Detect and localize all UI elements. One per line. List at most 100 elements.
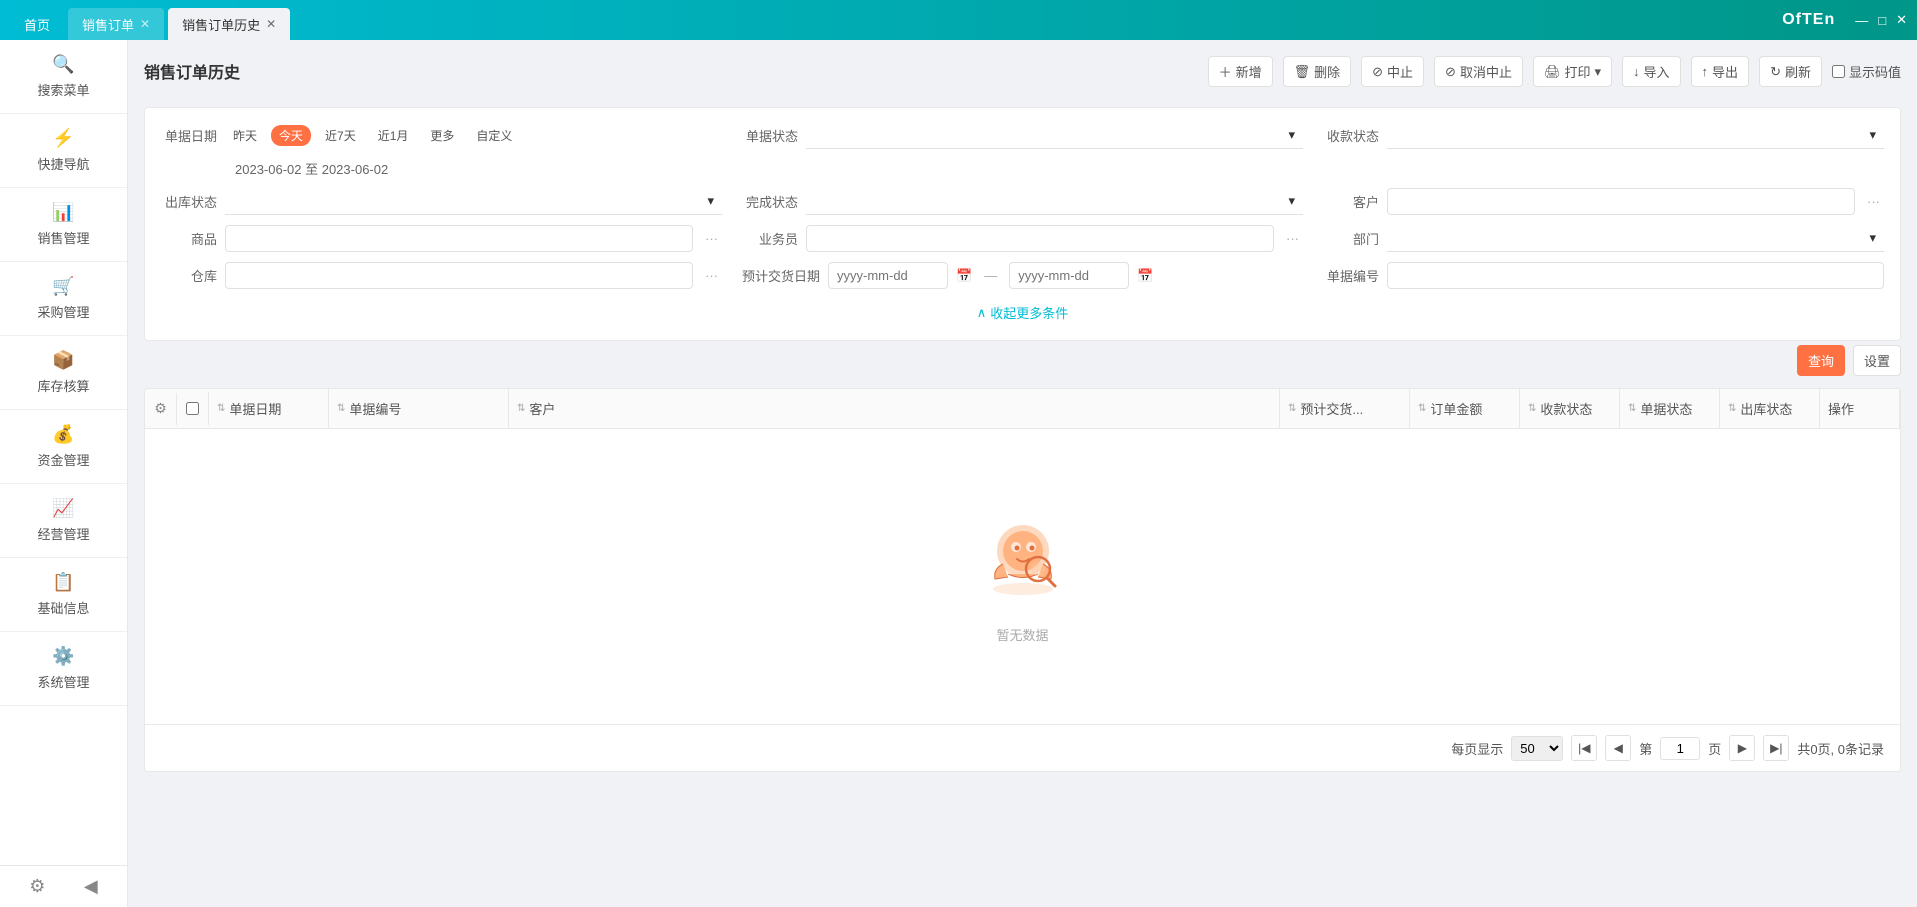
salesperson-more-icon[interactable]: ··· [1282, 231, 1303, 246]
sidebar: 🔍 搜索菜单 ⚡ 快捷导航 📊 销售管理 🛒 采购管理 📦 库存核算 💰 资金管… [0, 40, 128, 907]
filter-bill-status-field: 单据状态 ▾ [742, 122, 1303, 149]
sidebar-item-finance-mgmt[interactable]: 💰 资金管理 [0, 410, 127, 484]
collapse-icon: ∧ [977, 305, 987, 321]
bill-status-label: 单据状态 [742, 126, 798, 145]
sidebar-item-search-menu[interactable]: 🔍 搜索菜单 [0, 40, 127, 114]
cancel-stop-button[interactable]: ⊘ 取消中止 [1434, 56, 1523, 87]
table-select-all-checkbox[interactable] [186, 402, 199, 415]
date-btn-more[interactable]: 更多 [422, 125, 462, 146]
payment-status-label: 收款状态 [1323, 126, 1379, 145]
display-columns-checkbox-label[interactable]: 显示码值 [1832, 62, 1901, 81]
sort-icon-out-stock-status: ⇅ [1728, 403, 1736, 414]
brand-label: OfTEn [1782, 11, 1835, 29]
delete-button[interactable]: 🗑 删除 [1283, 56, 1352, 87]
table-header-expected-date[interactable]: ⇅ 预计交货... [1280, 389, 1410, 428]
bill-status-select[interactable]: ▾ [806, 122, 1303, 149]
sidebar-bottom: ⚙ ◀ [0, 865, 127, 907]
filter-bill-date-field: 单据日期 昨天 今天 近7天 近1月 更多 自定义 [161, 125, 722, 146]
calendar-start-icon[interactable]: 📅 [956, 268, 972, 284]
sidebar-item-system-mgmt[interactable]: ⚙️ 系统管理 [0, 632, 127, 706]
expected-date-start-input[interactable] [828, 262, 948, 289]
total-records-label: 共0页, 0条记录 [1797, 739, 1884, 758]
sidebar-collapse-icon[interactable]: ◀ [84, 876, 98, 897]
next-page-btn[interactable]: ▶ [1729, 735, 1755, 761]
toolbar: ＋ 新增 🗑 删除 ⊘ 中止 ⊘ 取消中止 🖨 打印 [1208, 56, 1901, 87]
calendar-end-icon[interactable]: 📅 [1137, 268, 1153, 284]
complete-status-select[interactable]: ▾ [806, 188, 1303, 215]
customer-input[interactable] [1387, 188, 1855, 215]
print-button[interactable]: 🖨 打印 ▾ [1533, 56, 1612, 87]
tab-sales-order-history-close[interactable]: ✕ [266, 17, 276, 31]
page-label: 第 [1639, 739, 1652, 758]
tab-sales-order-close[interactable]: ✕ [140, 17, 150, 31]
bill-no-input[interactable] [1387, 262, 1884, 289]
date-btn-1month[interactable]: 近1月 [370, 125, 417, 146]
sidebar-item-operation-mgmt[interactable]: 📈 经营管理 [0, 484, 127, 558]
table-header-bill-no[interactable]: ⇅ 单据编号 [329, 389, 509, 428]
sidebar-item-purchase-mgmt[interactable]: 🛒 采购管理 [0, 262, 127, 336]
sidebar-item-stock-calc[interactable]: 📦 库存核算 [0, 336, 127, 410]
new-icon: ＋ [1219, 62, 1232, 81]
filter-goods-field: 商品 ··· [161, 225, 722, 252]
warehouse-input[interactable] [225, 262, 693, 289]
date-btn-today[interactable]: 今天 [271, 125, 311, 146]
window-maximize[interactable]: □ [1878, 13, 1886, 28]
query-button[interactable]: 查询 [1797, 345, 1845, 376]
last-page-btn[interactable]: ▶| [1763, 735, 1789, 761]
filter-customer-field: 客户 ··· [1323, 188, 1884, 215]
payment-status-select[interactable]: ▾ [1387, 122, 1884, 149]
first-page-btn[interactable]: |◀ [1571, 735, 1597, 761]
empty-text: 暂无数据 [996, 625, 1048, 644]
salesperson-input[interactable] [806, 225, 1274, 252]
purchase-mgmt-icon: 🛒 [52, 276, 74, 297]
main-layout: 🔍 搜索菜单 ⚡ 快捷导航 📊 销售管理 🛒 采购管理 📦 库存核算 💰 资金管… [0, 40, 1917, 907]
tab-sales-order-history-label: 销售订单历史 [182, 15, 260, 34]
new-button[interactable]: ＋ 新增 [1208, 56, 1273, 87]
per-page-select[interactable]: 50 10 20 100 [1511, 736, 1563, 761]
print-dropdown-icon: ▾ [1595, 64, 1602, 80]
stop-button[interactable]: ⊘ 中止 [1361, 56, 1424, 87]
customer-more-icon[interactable]: ··· [1863, 194, 1884, 209]
window-close[interactable]: ✕ [1896, 12, 1907, 28]
tab-home[interactable]: 首页 [10, 8, 64, 40]
collapse-btn[interactable]: ∧ 收起更多条件 [161, 299, 1884, 326]
filter-row-4: 仓库 ··· 预计交货日期 📅 — 📅 单据编号 [161, 262, 1884, 289]
page-number-input[interactable] [1660, 737, 1700, 760]
expected-date-end-input[interactable] [1009, 262, 1129, 289]
table-settings-icon[interactable]: ⚙ [145, 393, 177, 425]
table-header-order-amount[interactable]: ⇅ 订单金额 [1410, 389, 1520, 428]
import-icon: ↓ [1633, 64, 1640, 79]
warehouse-more-icon[interactable]: ··· [701, 268, 722, 283]
date-btn-7days[interactable]: 近7天 [317, 125, 364, 146]
table-header-payment-status[interactable]: ⇅ 收款状态 [1520, 389, 1620, 428]
date-btn-custom[interactable]: 自定义 [468, 125, 520, 146]
date-filter: 昨天 今天 近7天 近1月 更多 自定义 [225, 125, 520, 146]
import-button[interactable]: ↓ 导入 [1622, 56, 1681, 87]
stop-icon: ⊘ [1372, 64, 1383, 80]
complete-status-label: 完成状态 [742, 192, 798, 211]
tab-sales-order-history[interactable]: 销售订单历史 ✕ [168, 8, 290, 40]
table-header-customer[interactable]: ⇅ 客户 [509, 389, 1280, 428]
table-container: ⚙ ⇅ 单据日期 ⇅ 单据编号 ⇅ 客户 ⇅ 预计交货. [144, 388, 1901, 772]
export-button[interactable]: ↑ 导出 [1691, 56, 1750, 87]
table-header-bill-date[interactable]: ⇅ 单据日期 [209, 389, 329, 428]
out-stock-select[interactable]: ▾ [225, 188, 722, 215]
window-minimize[interactable]: — [1855, 13, 1868, 28]
sidebar-settings-icon[interactable]: ⚙ [29, 876, 45, 897]
sidebar-item-sales-mgmt[interactable]: 📊 销售管理 [0, 188, 127, 262]
sidebar-item-basic-info[interactable]: 📋 基础信息 [0, 558, 127, 632]
tab-sales-order[interactable]: 销售订单 ✕ [68, 8, 164, 40]
setting-button[interactable]: 设置 [1853, 345, 1901, 376]
display-columns-checkbox[interactable] [1832, 65, 1845, 78]
table-empty-state: 暂无数据 [145, 429, 1900, 724]
date-btn-yesterday[interactable]: 昨天 [225, 125, 265, 146]
table-header-bill-status[interactable]: ⇅ 单据状态 [1620, 389, 1720, 428]
sidebar-item-quick-nav[interactable]: ⚡ 快捷导航 [0, 114, 127, 188]
goods-more-icon[interactable]: ··· [701, 231, 722, 246]
department-select[interactable]: ▾ [1387, 225, 1884, 252]
goods-input[interactable] [225, 225, 693, 252]
prev-page-btn[interactable]: ◀ [1605, 735, 1631, 761]
filter-salesperson-field: 业务员 ··· [742, 225, 1303, 252]
table-header-out-stock-status[interactable]: ⇅ 出库状态 [1720, 389, 1820, 428]
refresh-button[interactable]: ↻ 刷新 [1759, 56, 1822, 87]
